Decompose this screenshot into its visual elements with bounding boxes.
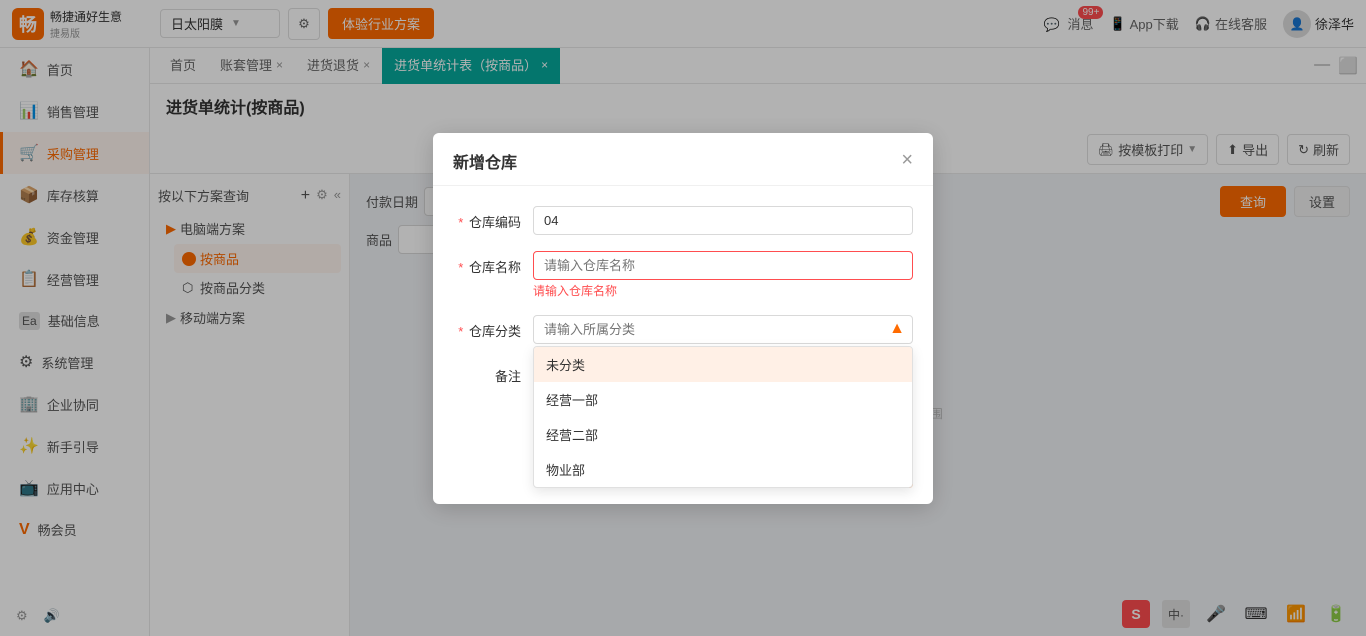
modal-new-warehouse: 新增仓库 × * 仓库编码 * 仓库名称	[433, 133, 933, 504]
name-label-text: 仓库名称	[469, 260, 521, 275]
note-label: 备注	[453, 360, 533, 385]
code-label-text: 仓库编码	[469, 215, 521, 230]
category-option-3[interactable]: 物业部	[534, 452, 912, 487]
category-label: * 仓库分类	[453, 315, 533, 340]
name-input[interactable]	[533, 251, 913, 280]
category-dropdown: 未分类 经营一部 经营二部 物业部	[533, 346, 913, 488]
category-control: ▲ 未分类 经营一部 经营二部 物业部	[533, 315, 913, 344]
name-label: * 仓库名称	[453, 251, 533, 276]
category-option-0[interactable]: 未分类	[534, 347, 912, 382]
category-arrow-icon[interactable]: ▲	[889, 320, 905, 338]
modal-overlay: 新增仓库 × * 仓库编码 * 仓库名称	[0, 0, 1366, 636]
name-control: 请输入仓库名称	[533, 251, 913, 299]
category-label-text: 仓库分类	[469, 324, 521, 339]
code-control	[533, 206, 913, 235]
form-row-category: * 仓库分类 ▲ 未分类 经营一部 经营二部 物业部	[453, 315, 913, 344]
category-option-1[interactable]: 经营一部	[534, 382, 912, 417]
name-error-msg: 请输入仓库名称	[533, 282, 913, 299]
category-input[interactable]	[533, 315, 913, 344]
modal-header: 新增仓库 ×	[433, 133, 933, 186]
modal-body: * 仓库编码 * 仓库名称 请输入仓库名称	[433, 186, 933, 423]
note-label-text: 备注	[495, 369, 521, 384]
category-option-2[interactable]: 经营二部	[534, 417, 912, 452]
modal-close-button[interactable]: ×	[901, 149, 913, 172]
required-mark3: *	[458, 324, 463, 339]
modal-title: 新增仓库	[453, 149, 517, 173]
required-mark: *	[458, 215, 463, 230]
required-mark2: *	[458, 260, 463, 275]
form-row-code: * 仓库编码	[453, 206, 913, 235]
form-row-name: * 仓库名称 请输入仓库名称	[453, 251, 913, 299]
code-label: * 仓库编码	[453, 206, 533, 231]
code-input[interactable]	[533, 206, 913, 235]
